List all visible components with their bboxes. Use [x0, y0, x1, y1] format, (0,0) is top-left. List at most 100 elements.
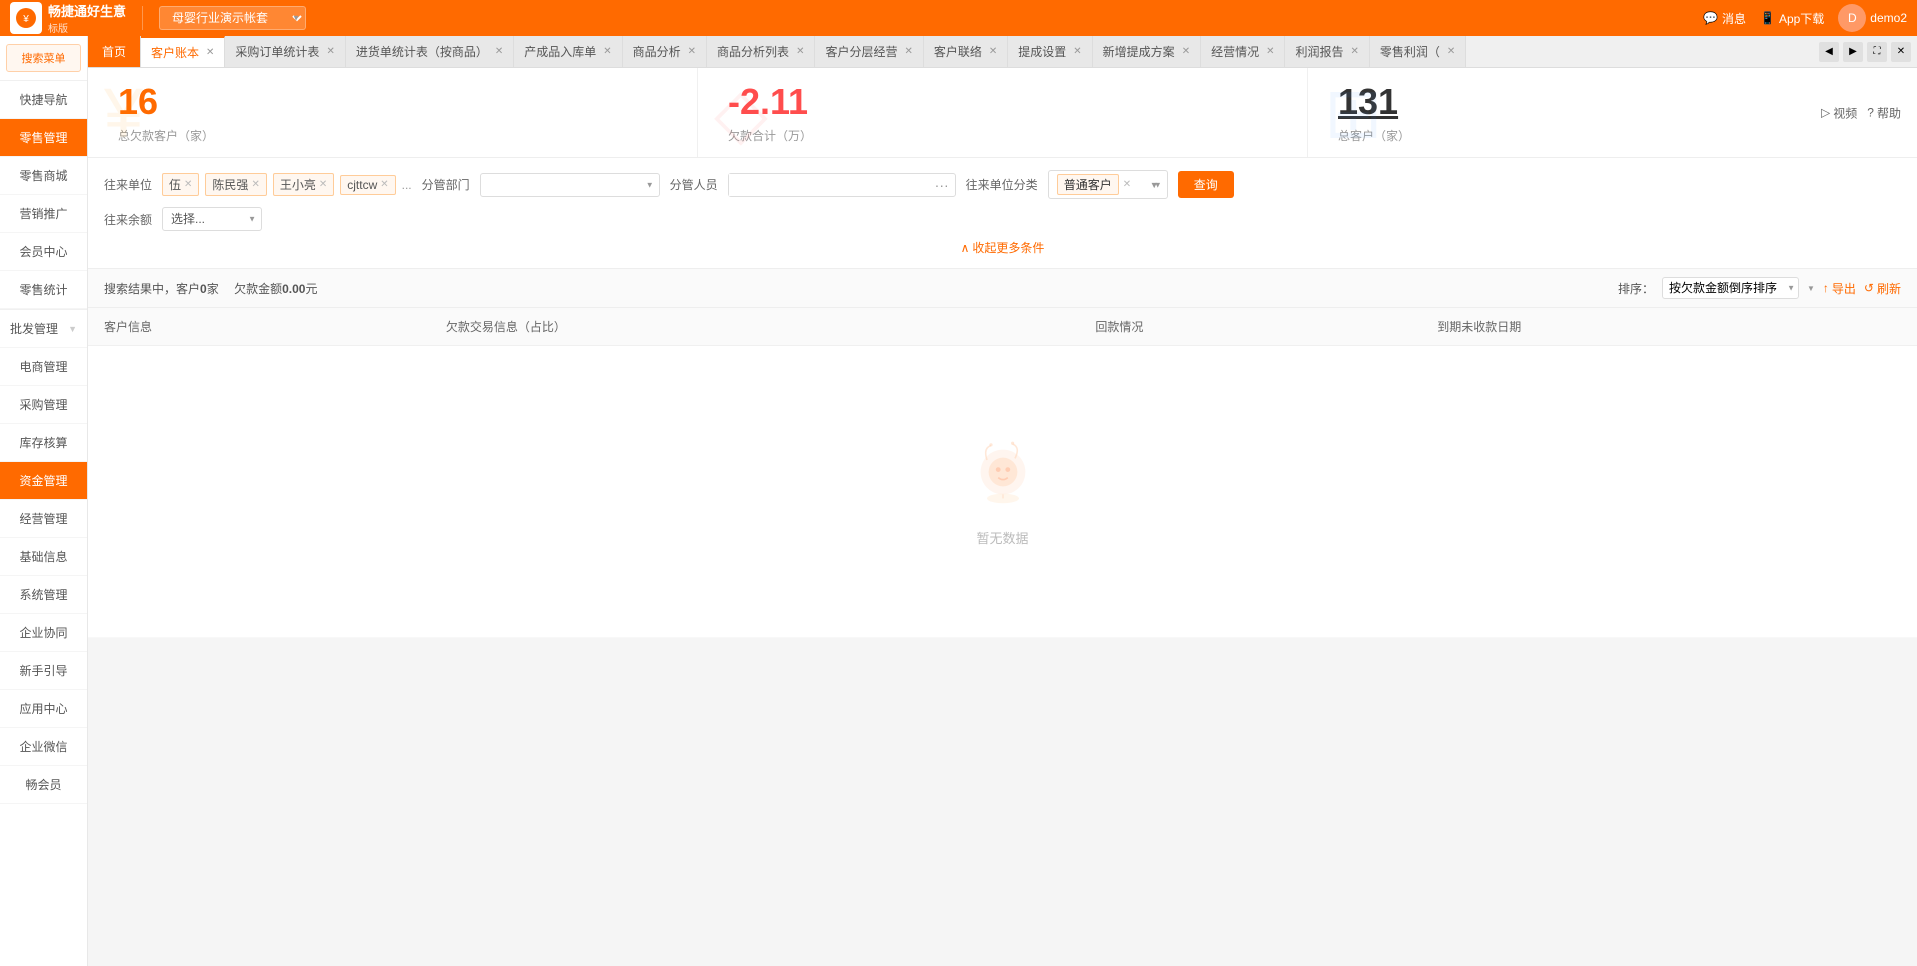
app-download-btn[interactable]: 📱 App下载 — [1760, 10, 1824, 27]
tab-purchase-stats[interactable]: 采购订单统计表 ✕ — [225, 36, 345, 67]
stat-credit-customers: ¥ 16 总欠款客户（家） — [88, 68, 698, 157]
tab-new-raise[interactable]: 新增提成方案 ✕ — [1093, 36, 1201, 67]
logo-area: ¥ 畅捷通好生意 标版 — [10, 1, 126, 35]
collapse-button[interactable]: ∧ 收起更多条件 — [961, 239, 1045, 256]
tab-close-customer-tier[interactable]: ✕ — [904, 46, 912, 57]
unit-category-close[interactable]: ✕ — [1123, 179, 1131, 190]
tab-expand-btn[interactable]: ⛶ — [1867, 42, 1887, 62]
tab-home[interactable]: 首页 — [88, 36, 141, 67]
search-menu-button[interactable]: 搜索菜单 — [6, 44, 81, 72]
help-btn[interactable]: ? 帮助 — [1867, 104, 1901, 121]
tab-prev-btn[interactable]: ◀ — [1819, 42, 1839, 62]
balance-label: 往来余额 — [104, 211, 152, 228]
sidebar-item-member[interactable]: 会员中心 — [0, 233, 87, 271]
tab-close-new-raise[interactable]: ✕ — [1182, 46, 1190, 57]
tab-customer-book[interactable]: 客户账本 ✕ — [141, 36, 225, 67]
sidebar-item-wechat-work[interactable]: 企业微信 — [0, 728, 87, 766]
tab-close-profit-report[interactable]: ✕ — [1351, 46, 1359, 57]
tab-close-purchase-table[interactable]: ✕ — [495, 46, 503, 57]
sort-wrap[interactable]: 按欠款金额倒序排序 — [1662, 277, 1799, 299]
tab-profit-report[interactable]: 利润报告 ✕ — [1285, 36, 1369, 67]
tab-product-enter[interactable]: 产成品入库单 ✕ — [514, 36, 622, 67]
empty-state: 暂无数据 — [104, 356, 1901, 627]
tab-close-customer-contact[interactable]: ✕ — [989, 46, 997, 57]
sort-chevron-icon: ▼ — [1807, 284, 1815, 293]
play-icon: ▷ — [1821, 106, 1830, 120]
empty-text: 暂无数据 — [976, 528, 1028, 547]
sidebar-item-marketing[interactable]: 营销推广 — [0, 195, 87, 233]
sidebar-item-app-center[interactable]: 应用中心 — [0, 690, 87, 728]
tab-raise-setting[interactable]: 提成设置 ✕ — [1008, 36, 1092, 67]
sidebar-item-ecommerce[interactable]: 电商管理 — [0, 348, 87, 386]
account-select-wrap[interactable]: 母婴行业演示帐套 — [159, 6, 306, 30]
query-button[interactable]: 查询 — [1178, 171, 1234, 198]
sidebar-item-retail-mgmt[interactable]: 零售管理 — [0, 119, 87, 157]
sidebar-item-vip[interactable]: 畅会员 — [0, 766, 87, 804]
tag-close-4[interactable]: ✕ — [380, 179, 388, 190]
balance-select-wrap[interactable]: 选择... — [162, 207, 262, 231]
sidebar-item-purchase[interactable]: 采购管理 — [0, 386, 87, 424]
table-container: 客户信息 欠款交易信息（占比） 回款情况 到期未收款日期 — [88, 308, 1917, 638]
sort-select[interactable]: 按欠款金额倒序排序 — [1662, 277, 1799, 299]
sidebar-item-batch-mgmt[interactable]: 批发管理 ▼ — [0, 310, 87, 348]
tab-close-product-enter[interactable]: ✕ — [603, 46, 611, 57]
tab-next-btn[interactable]: ▶ — [1843, 42, 1863, 62]
data-table: 客户信息 欠款交易信息（占比） 回款情况 到期未收款日期 — [88, 308, 1917, 638]
tag-close-2[interactable]: ✕ — [251, 179, 259, 190]
sidebar-item-system[interactable]: 系统管理 — [0, 576, 87, 614]
sidebar-item-quick-nav[interactable]: 快捷导航 — [0, 81, 87, 119]
filter-more-tags[interactable]: ... — [402, 178, 412, 192]
tab-customer-tier[interactable]: 客户分层经营 ✕ — [815, 36, 923, 67]
person-input-more[interactable]: ··· — [929, 177, 955, 193]
tab-business-status[interactable]: 经营情况 ✕ — [1201, 36, 1285, 67]
page-content: ¥ 16 总欠款客户（家） ◇ -2.11 欠款合计（万） ⊞ — [88, 68, 1917, 966]
message-icon: 💬 — [1703, 11, 1718, 25]
dept-select[interactable] — [480, 173, 660, 197]
person-input[interactable] — [729, 174, 929, 196]
tab-close-all-btn[interactable]: ✕ — [1891, 42, 1911, 62]
col-customer-info: 客户信息 — [88, 308, 430, 346]
tab-purchase-table[interactable]: 进货单统计表（按商品） ✕ — [346, 36, 514, 67]
sidebar-item-retail-stats[interactable]: 零售统计 — [0, 271, 87, 309]
col-due-date: 到期未收款日期 — [1421, 308, 1917, 346]
sort-label: 排序： — [1618, 280, 1654, 297]
video-btn[interactable]: ▷ 视频 — [1821, 104, 1857, 121]
tab-close-product-analysis[interactable]: ✕ — [688, 46, 696, 57]
top-bar-left: ¥ 畅捷通好生意 标版 母婴行业演示帐套 — [10, 1, 306, 35]
balance-select[interactable]: 选择... — [162, 207, 262, 231]
result-info: 搜索结果中，客户0家 欠款金额0.00元 — [104, 280, 329, 297]
tab-close-purchase-stats[interactable]: ✕ — [326, 46, 334, 57]
tabs-list: 首页 客户账本 ✕ 采购订单统计表 ✕ 进货单统计表（按商品） ✕ 产成品入库单… — [88, 36, 1813, 67]
message-label: 消息 — [1722, 10, 1746, 27]
tab-product-analysis-list[interactable]: 商品分析列表 ✕ — [707, 36, 815, 67]
tab-close-product-analysis-list[interactable]: ✕ — [796, 46, 804, 57]
sidebar-item-finance[interactable]: 资金管理 — [0, 462, 87, 500]
tag-close-3[interactable]: ✕ — [319, 179, 327, 190]
sidebar-item-inventory[interactable]: 库存核算 — [0, 424, 87, 462]
tab-product-analysis[interactable]: 商品分析 ✕ — [623, 36, 707, 67]
unit-category-dropdown[interactable]: ▼ — [1150, 180, 1159, 190]
dept-select-wrap[interactable] — [480, 173, 660, 197]
sidebar-item-business[interactable]: 经营管理 — [0, 500, 87, 538]
tab-close-raise-setting[interactable]: ✕ — [1073, 46, 1081, 57]
export-button[interactable]: ↑ 导出 — [1823, 280, 1856, 297]
tab-customer-contact[interactable]: 客户联络 ✕ — [924, 36, 1008, 67]
filter-area: 往来单位 伍 ✕ 陈民强 ✕ 王小亮 ✕ — [88, 158, 1917, 269]
tag-close-1[interactable]: ✕ — [184, 179, 192, 190]
refresh-button[interactable]: ↺ 刷新 — [1864, 280, 1901, 297]
refresh-icon: ↺ — [1864, 281, 1874, 295]
tab-retail-profit[interactable]: 零售利润（ ✕ — [1370, 36, 1466, 67]
tab-close-customer-book[interactable]: ✕ — [206, 47, 214, 58]
export-icon: ↑ — [1823, 281, 1829, 295]
account-select[interactable]: 母婴行业演示帐套 — [159, 6, 306, 30]
unit-category-select-wrap[interactable]: 普通客户 ✕ ▼ — [1048, 170, 1168, 199]
message-btn[interactable]: 💬 消息 — [1703, 10, 1746, 27]
sidebar-item-basic-info[interactable]: 基础信息 — [0, 538, 87, 576]
sidebar-item-guide[interactable]: 新手引导 — [0, 652, 87, 690]
tab-close-retail-profit[interactable]: ✕ — [1447, 46, 1455, 57]
filter-row-1: 往来单位 伍 ✕ 陈民强 ✕ 王小亮 ✕ — [104, 170, 1901, 199]
sidebar-item-enterprise[interactable]: 企业协同 — [0, 614, 87, 652]
user-menu[interactable]: D demo2 — [1838, 4, 1907, 32]
sidebar-item-retail-shop[interactable]: 零售商城 — [0, 157, 87, 195]
tab-close-business-status[interactable]: ✕ — [1266, 46, 1274, 57]
